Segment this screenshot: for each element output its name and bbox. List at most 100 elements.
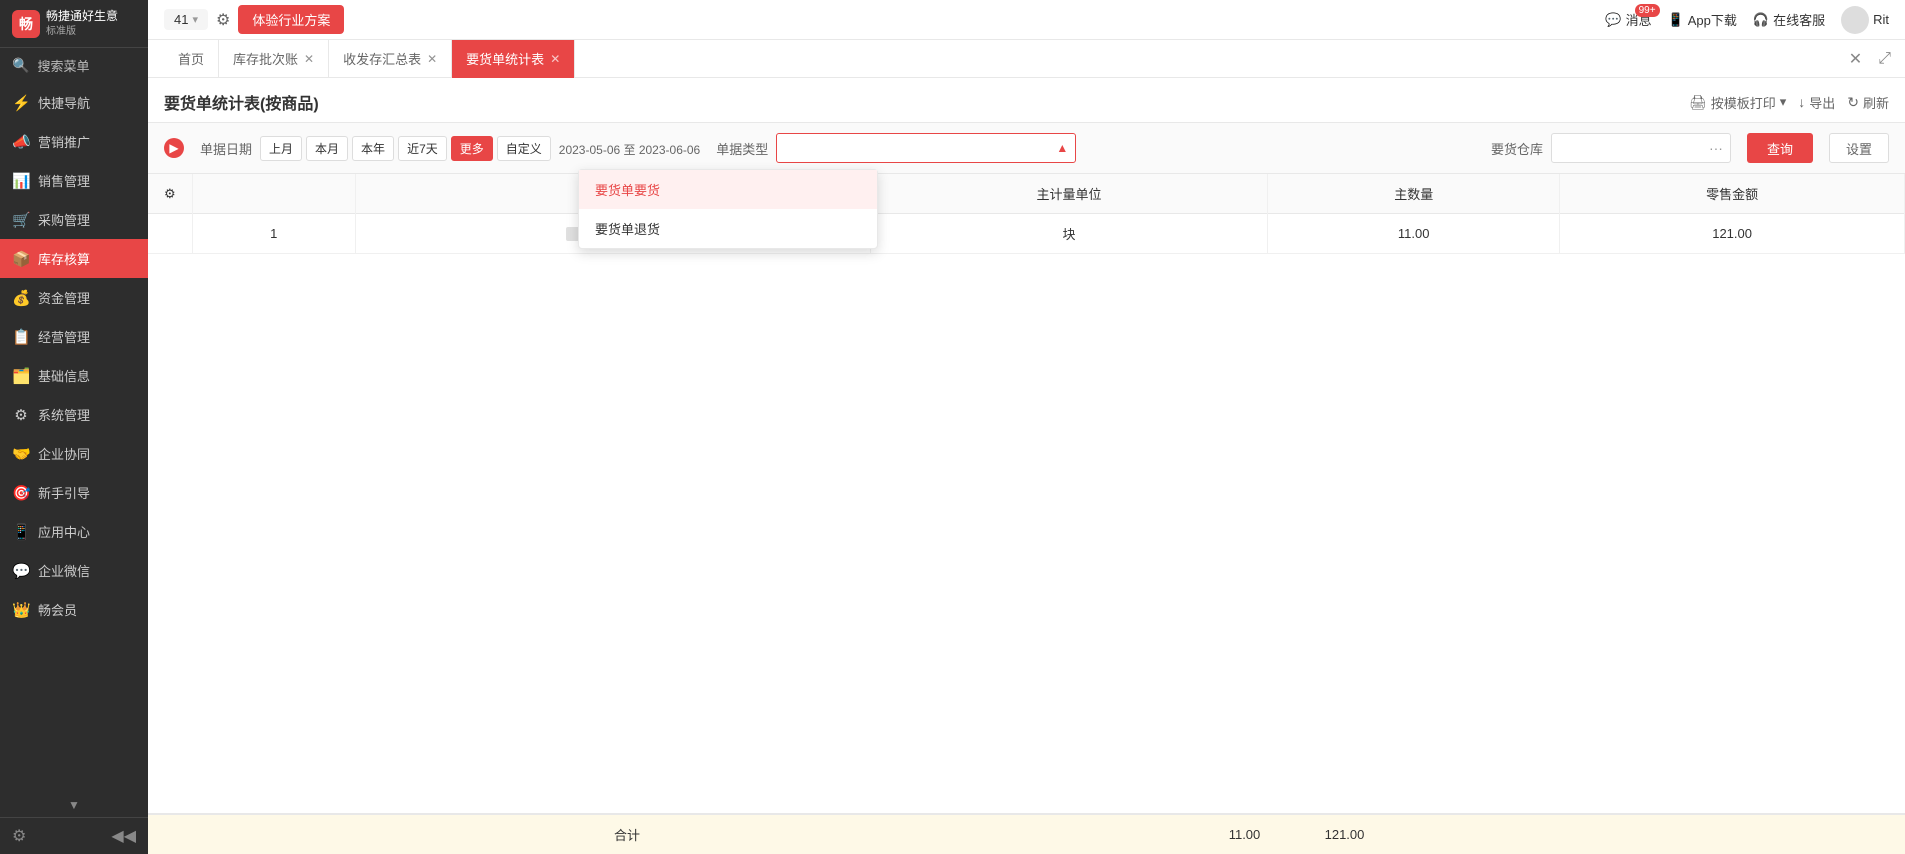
header-left: 41 ▾ ⚙ 体验行业方案 — [164, 5, 344, 34]
refresh-button[interactable]: ↻ 刷新 — [1847, 93, 1889, 112]
row-amount-cell: 121.00 — [1560, 214, 1905, 254]
footer-quantity: 11.00 — [1195, 827, 1295, 842]
trial-button[interactable]: 体验行业方案 — [238, 5, 344, 34]
page-title: 要货单统计表(按商品) — [164, 90, 319, 114]
date-label: 单据日期 — [200, 139, 252, 158]
sidebar-item-wechat[interactable]: 💬 企业微信 — [0, 551, 148, 590]
message-icon: 💬 — [1605, 12, 1621, 28]
chevron-down-icon: ▾ — [192, 13, 198, 26]
row-index-cell: 1 — [192, 214, 355, 254]
table-footer: 合计 11.00 121.00 — [148, 813, 1905, 854]
tab-close-inventory-batch[interactable]: ✕ — [304, 52, 314, 66]
tab-order-summary[interactable]: 要货单统计表 ✕ — [452, 40, 575, 78]
tab-close-all-icon[interactable]: ✕ — [1845, 45, 1866, 73]
logo-icon: 畅 — [12, 10, 40, 38]
header-right: 💬 消息 99+ 📱 App下载 🎧 在线客服 Rit — [1605, 6, 1889, 34]
breadcrumb[interactable]: 41 ▾ — [164, 9, 208, 30]
sidebar-item-base-info[interactable]: 🗂️ 基础信息 — [0, 356, 148, 395]
data-table: ⚙ 商品 主计量单位 主数量 零售金额 1 — [148, 174, 1905, 254]
sidebar-item-member[interactable]: 👑 畅会员 — [0, 590, 148, 629]
sidebar-item-operation[interactable]: 📋 经营管理 — [0, 317, 148, 356]
search-icon: 🔍 — [12, 57, 29, 74]
sidebar-item-enterprise[interactable]: 🤝 企业协同 — [0, 434, 148, 473]
user-name: Rit — [1873, 12, 1889, 27]
date-quick-buttons: 上月 本月 本年 近7天 更多 自定义 — [260, 136, 551, 161]
expand-filter-button[interactable]: ▶ — [164, 138, 184, 158]
collapse-icon[interactable]: ◀◀ — [111, 826, 136, 846]
table-header-row: ⚙ 商品 主计量单位 主数量 零售金额 — [148, 174, 1905, 214]
sidebar-item-inventory[interactable]: 📦 库存核算 — [0, 239, 148, 278]
tab-bar-end: ✕ ⤢ — [1835, 45, 1905, 73]
logo-area: 畅 畅捷通好生意 标准版 — [0, 0, 148, 48]
online-service-button[interactable]: 🎧 在线客服 — [1753, 10, 1825, 29]
purchase-icon: 🛒 — [12, 211, 30, 229]
sidebar: 畅 畅捷通好生意 标准版 🔍 搜索菜单 ⚡ 快捷导航 📣 营销推广 📊 销售管理… — [0, 0, 148, 854]
finance-icon: 💰 — [12, 289, 30, 307]
col-quantity: 主数量 — [1268, 174, 1560, 214]
row-settings-cell — [148, 214, 192, 254]
sidebar-item-quick-nav[interactable]: ⚡ 快捷导航 — [0, 83, 148, 122]
col-amount: 零售金额 — [1560, 174, 1905, 214]
logo-text: 畅捷通好生意 标准版 — [46, 9, 118, 38]
date-btn-more[interactable]: 更多 — [451, 136, 493, 161]
date-filter-group: 单据日期 上月 本月 本年 近7天 更多 自定义 2023-05-06 至 20… — [200, 136, 700, 161]
main-area: 41 ▾ ⚙ 体验行业方案 💬 消息 99+ 📱 App下载 🎧 在线客服 — [148, 0, 1905, 854]
settings-icon[interactable]: ⚙ — [12, 826, 26, 846]
breadcrumb-number: 41 — [174, 12, 188, 27]
footer-label: 合计 — [614, 825, 640, 844]
inventory-icon: 📦 — [12, 250, 30, 268]
sidebar-item-finance[interactable]: 💰 资金管理 — [0, 278, 148, 317]
page-actions: 🖨 按模板打印 ▾ ↓ 导出 ↻ 刷新 — [1689, 93, 1889, 112]
enterprise-icon: 🤝 — [12, 445, 30, 463]
guide-icon: 🎯 — [12, 484, 30, 502]
sidebar-scroll-down[interactable]: ▼ — [0, 793, 148, 817]
export-button[interactable]: ↓ 导出 — [1798, 93, 1835, 112]
print-button[interactable]: 🖨 按模板打印 ▾ — [1689, 93, 1786, 112]
sidebar-item-purchase[interactable]: 🛒 采购管理 — [0, 200, 148, 239]
export-icon: ↓ — [1798, 94, 1805, 110]
date-btn-last-month[interactable]: 上月 — [260, 136, 302, 161]
sidebar-item-sales[interactable]: 📊 销售管理 — [0, 161, 148, 200]
date-range-text: 2023-05-06 至 2023-06-06 — [559, 141, 700, 158]
headset-icon: 🎧 — [1753, 12, 1769, 28]
sidebar-item-app-center[interactable]: 📱 应用中心 — [0, 512, 148, 551]
dropdown-item-order-goods[interactable]: 要货单要货 — [579, 170, 877, 209]
settings-button[interactable]: 设置 — [1829, 133, 1889, 163]
dropdown-item-order-return[interactable]: 要货单退货 — [579, 209, 877, 248]
type-label: 单据类型 — [716, 139, 768, 158]
app-download-button[interactable]: 📱 App下载 — [1668, 10, 1737, 29]
base-info-icon: 🗂️ — [12, 367, 30, 385]
warehouse-dots-icon[interactable]: ··· — [1709, 140, 1723, 156]
system-icon: ⚙ — [12, 406, 30, 424]
sidebar-bottom: ⚙ ◀◀ — [0, 817, 148, 854]
tab-expand-icon[interactable]: ⤢ — [1874, 46, 1895, 72]
messages-button[interactable]: 💬 消息 99+ — [1605, 10, 1651, 29]
sidebar-item-marketing[interactable]: 📣 营销推广 — [0, 122, 148, 161]
sidebar-item-system[interactable]: ⚙ 系统管理 — [0, 395, 148, 434]
type-select-input[interactable] — [776, 133, 1076, 163]
tab-close-order-summary[interactable]: ✕ — [550, 52, 560, 66]
user-avatar-area[interactable]: Rit — [1841, 6, 1889, 34]
warehouse-input-wrapper: ··· — [1551, 133, 1731, 163]
warehouse-input[interactable] — [1551, 133, 1731, 163]
query-button[interactable]: 查询 — [1747, 133, 1813, 163]
sidebar-item-guide[interactable]: 🎯 新手引导 — [0, 473, 148, 512]
search-menu[interactable]: 🔍 搜索菜单 — [0, 48, 148, 83]
phone-icon: 📱 — [1668, 12, 1684, 28]
tab-receipt-summary[interactable]: 收发存汇总表 ✕ — [329, 40, 452, 78]
date-btn-custom[interactable]: 自定义 — [497, 136, 551, 161]
header-settings-icon[interactable]: ⚙ — [216, 10, 230, 30]
tab-close-receipt-summary[interactable]: ✕ — [427, 52, 437, 66]
date-btn-7days[interactable]: 近7天 — [398, 136, 447, 161]
tab-bar: 首页 库存批次账 ✕ 收发存汇总表 ✕ 要货单统计表 ✕ ✕ ⤢ — [148, 40, 1905, 78]
date-btn-this-year[interactable]: 本年 — [352, 136, 394, 161]
wechat-icon: 💬 — [12, 562, 30, 580]
date-btn-this-month[interactable]: 本月 — [306, 136, 348, 161]
tab-home[interactable]: 首页 — [164, 40, 219, 78]
col-settings[interactable]: ⚙ — [148, 174, 192, 214]
tab-inventory-batch[interactable]: 库存批次账 ✕ — [219, 40, 329, 78]
col-unit: 主计量单位 — [870, 174, 1267, 214]
table-row: 1 块 11.00 121.00 — [148, 214, 1905, 254]
sidebar-nav: ⚡ 快捷导航 📣 营销推广 📊 销售管理 🛒 采购管理 📦 库存核算 💰 资金管… — [0, 83, 148, 793]
page-container: 要货单统计表(按商品) 🖨 按模板打印 ▾ ↓ 导出 ↻ 刷新 — [148, 78, 1905, 854]
